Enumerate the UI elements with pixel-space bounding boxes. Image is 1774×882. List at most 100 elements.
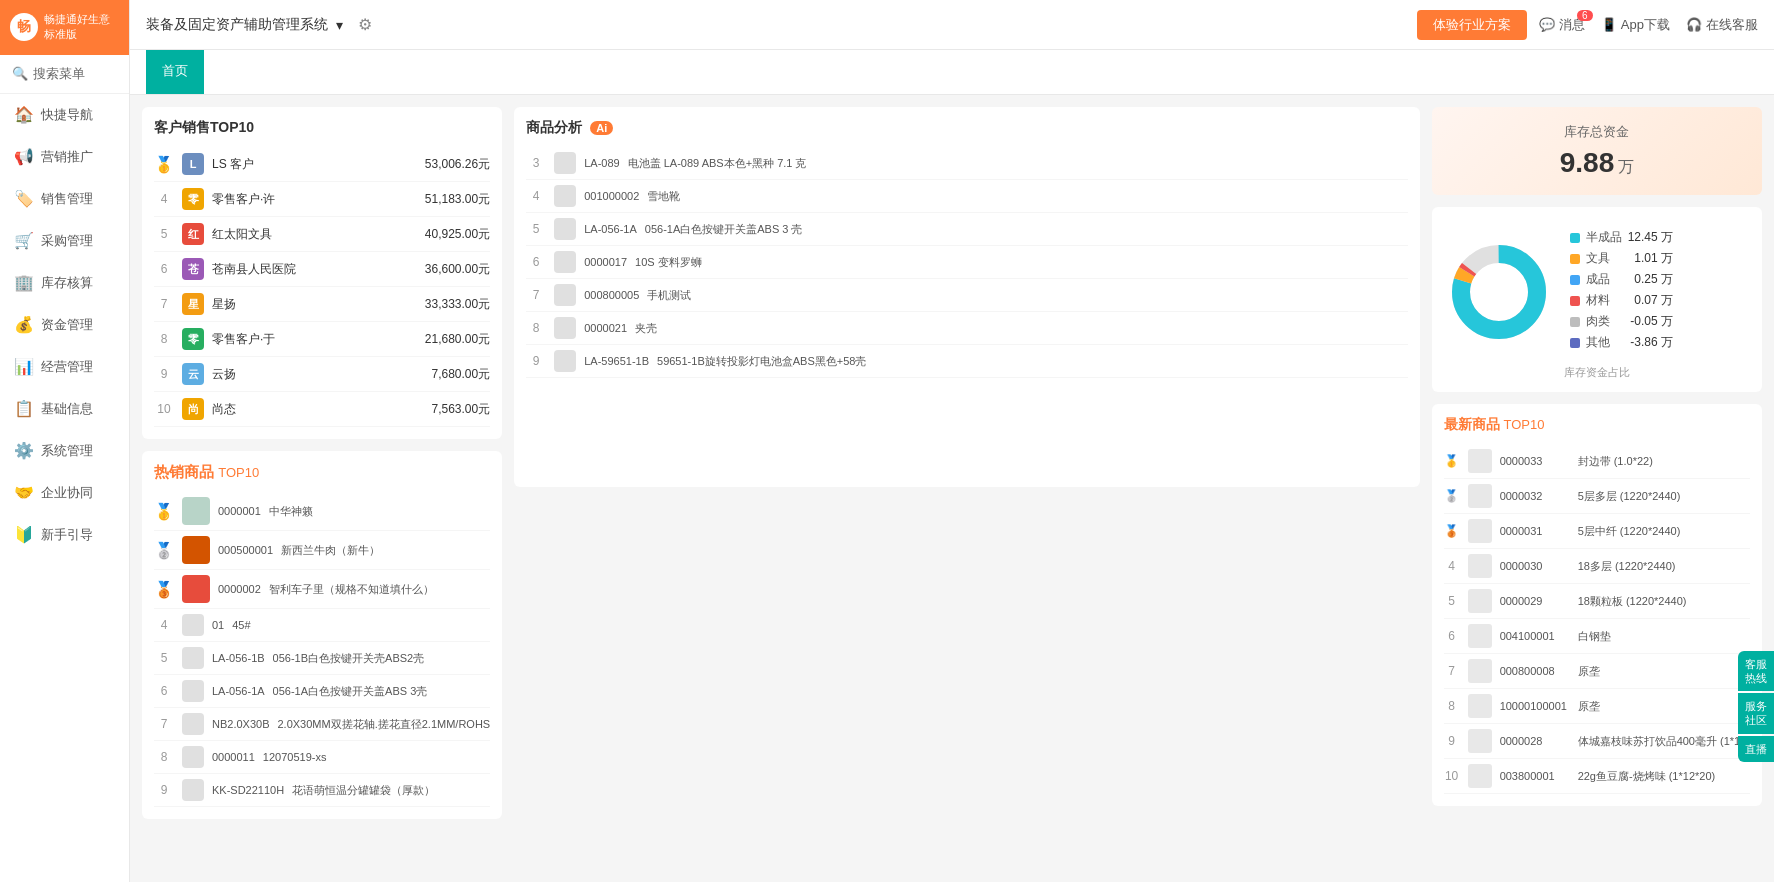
trial-btn[interactable]: 体验行业方案 <box>1417 10 1527 40</box>
rank-num: 4 <box>154 618 174 632</box>
rank-num: 6 <box>154 684 174 698</box>
newest-img <box>1468 554 1492 578</box>
rank-badge: 零 <box>182 328 204 350</box>
product-code: KK-SD22110H <box>212 784 284 796</box>
sidebar-item-operations[interactable]: 📊 经营管理 <box>0 346 129 388</box>
legend-dot <box>1570 296 1580 306</box>
hot-products-card: 热销商品 TOP10 🥇 0000001 中华神籁 🥈 000500001 新西… <box>142 451 502 819</box>
product-code: LA-59651-1B <box>584 355 649 367</box>
hot-products-title: 热销商品 TOP10 <box>154 463 490 482</box>
product-row: 4 01 45# <box>154 609 490 642</box>
service-community-btn[interactable]: 服务 社区 <box>1738 693 1774 734</box>
search-menu[interactable]: 🔍 搜索菜单 <box>0 55 129 94</box>
sidebar-item-system[interactable]: ⚙️ 系统管理 <box>0 430 129 472</box>
rank-badge: 云 <box>182 363 204 385</box>
newest-name: 白钢垫 <box>1578 629 1750 644</box>
product-image <box>554 185 576 207</box>
customer-service-btn[interactable]: 客服 热线 <box>1738 651 1774 692</box>
product-name: 056-1A白色按键开关盖ABS 3壳 <box>273 684 491 699</box>
newest-img <box>1468 589 1492 613</box>
rank-value: 53,006.26元 <box>425 156 490 173</box>
product-row: 🥈 000500001 新西兰牛肉（新牛） <box>154 531 490 570</box>
sidebar-item-basic[interactable]: 📋 基础信息 <box>0 388 129 430</box>
rank-value: 36,600.00元 <box>425 261 490 278</box>
product-image <box>182 536 210 564</box>
newest-name: 封边带 (1.0*22) <box>1578 454 1750 469</box>
left-panel: 客户销售TOP10 🥇 L LS 客户 53,006.26元 4 零 零售客户·… <box>142 107 502 870</box>
product-row: 4 001000002 雪地靴 <box>526 180 1407 213</box>
sidebar-item-label: 经营管理 <box>41 358 93 376</box>
product-analysis-title: 商品分析 Ai <box>526 119 1407 137</box>
rank-num: 9 <box>154 783 174 797</box>
rank-row: 7 星 星扬 33,333.00元 <box>154 287 490 322</box>
live-stream-btn[interactable]: 直播 <box>1738 736 1774 762</box>
rank-num: 6 <box>1444 629 1460 643</box>
gear-icon[interactable]: ⚙ <box>351 11 379 39</box>
rank-name: 云扬 <box>212 366 423 383</box>
newest-row: 9 0000028 体城嘉枝味苏打饮品400毫升 (1*15) <box>1444 724 1750 759</box>
newest-code: 0000031 <box>1500 525 1570 537</box>
sidebar-item-sales[interactable]: 🏷️ 销售管理 <box>0 178 129 220</box>
sidebar-item-collab[interactable]: 🤝 企业协同 <box>0 472 129 514</box>
message-badge: 6 <box>1577 10 1593 21</box>
customer-rank-card: 客户销售TOP10 🥇 L LS 客户 53,006.26元 4 零 零售客户·… <box>142 107 502 439</box>
rank-value: 40,925.00元 <box>425 226 490 243</box>
product-row: 6 0000017 10S 变料罗蛳 <box>526 246 1407 279</box>
product-row: 8 0000011 12070519-xs <box>154 741 490 774</box>
sidebar-item-finance[interactable]: 💰 资金管理 <box>0 304 129 346</box>
sidebar-item-marketing[interactable]: 📢 营销推广 <box>0 136 129 178</box>
rank-num: 5 <box>154 227 174 241</box>
product-image <box>182 779 204 801</box>
sidebar-item-purchase[interactable]: 🛒 采购管理 <box>0 220 129 262</box>
legend-row: 半成品 12.45 万 <box>1570 229 1673 246</box>
newest-products-title: 最新商品 TOP10 <box>1444 416 1750 434</box>
rank-badge: 苍 <box>182 258 204 280</box>
search-label: 搜索菜单 <box>33 65 85 83</box>
app-download-btn[interactable]: 📱 App下载 <box>1601 16 1670 34</box>
rank-num: 8 <box>1444 699 1460 713</box>
content-tabs: 首页 <box>130 50 1774 95</box>
app-logo: 畅 畅捷通好生意 标准版 <box>0 0 129 55</box>
tab-home[interactable]: 首页 <box>146 50 204 94</box>
topbar-dropdown[interactable]: ▾ <box>336 17 343 33</box>
rank-name: LS 客户 <box>212 156 417 173</box>
product-name: 12070519-xs <box>263 751 490 763</box>
analysis-badge: Ai <box>590 121 613 135</box>
product-code: 0000011 <box>212 751 255 763</box>
product-row: 7 NB2.0X30B 2.0X30MM双搓花轴.搓花直径2.1MM/ROHS <box>154 708 490 741</box>
medal-icon: 🥇 <box>154 502 174 521</box>
inventory-unit: 万 <box>1618 158 1634 175</box>
newest-code: 004100001 <box>1500 630 1570 642</box>
message-btn[interactable]: 💬 消息 6 <box>1539 16 1585 34</box>
product-name: 电池盖 LA-089 ABS本色+黑种 7.1 克 <box>628 156 1408 171</box>
product-image <box>182 713 204 735</box>
inventory-total-card: 库存总资金 9.88 万 <box>1432 107 1762 195</box>
product-image <box>182 575 210 603</box>
sidebar-item-inventory[interactable]: 🏢 库存核算 <box>0 262 129 304</box>
sidebar-item-home[interactable]: 🏠 快捷导航 <box>0 94 129 136</box>
customer-rank-title: 客户销售TOP10 <box>154 119 490 137</box>
service-btn[interactable]: 🎧 在线客服 <box>1686 16 1758 34</box>
sidebar: 畅 畅捷通好生意 标准版 🔍 搜索菜单 🏠 快捷导航 📢 营销推广 🏷️ 销售管… <box>0 0 130 882</box>
donut-container: 半成品 12.45 万 文具 1.01 万 成品 0.25 万 <box>1444 219 1750 365</box>
sales-icon: 🏷️ <box>15 190 33 208</box>
sidebar-item-label: 企业协同 <box>41 484 93 502</box>
product-name: 中华神籁 <box>269 504 490 519</box>
rank-num: 7 <box>1444 664 1460 678</box>
topbar-right: 💬 消息 6 📱 App下载 🎧 在线客服 <box>1539 16 1758 34</box>
rank-name: 零售客户·于 <box>212 331 417 348</box>
sidebar-item-guide[interactable]: 🔰 新手引导 <box>0 514 129 556</box>
rank-value: 21,680.00元 <box>425 331 490 348</box>
chart-legend: 半成品 12.45 万 文具 1.01 万 成品 0.25 万 <box>1570 229 1673 355</box>
newest-code: 003800001 <box>1500 770 1570 782</box>
rank-num: 7 <box>154 297 174 311</box>
newest-code: 0000030 <box>1500 560 1570 572</box>
product-name: 新西兰牛肉（新牛） <box>281 543 490 558</box>
product-name: 45# <box>232 619 490 631</box>
product-analysis-card: 商品分析 Ai 3 LA-089 电池盖 LA-089 ABS本色+黑种 7.1… <box>514 107 1419 487</box>
rank-num: 8 <box>526 321 546 335</box>
logo-icon: 畅 <box>10 13 38 41</box>
newest-code: 0000032 <box>1500 490 1570 502</box>
right-panel: 库存总资金 9.88 万 <box>1432 107 1762 870</box>
product-row: 5 LA-056-1A 056-1A白色按键开关盖ABS 3 壳 <box>526 213 1407 246</box>
